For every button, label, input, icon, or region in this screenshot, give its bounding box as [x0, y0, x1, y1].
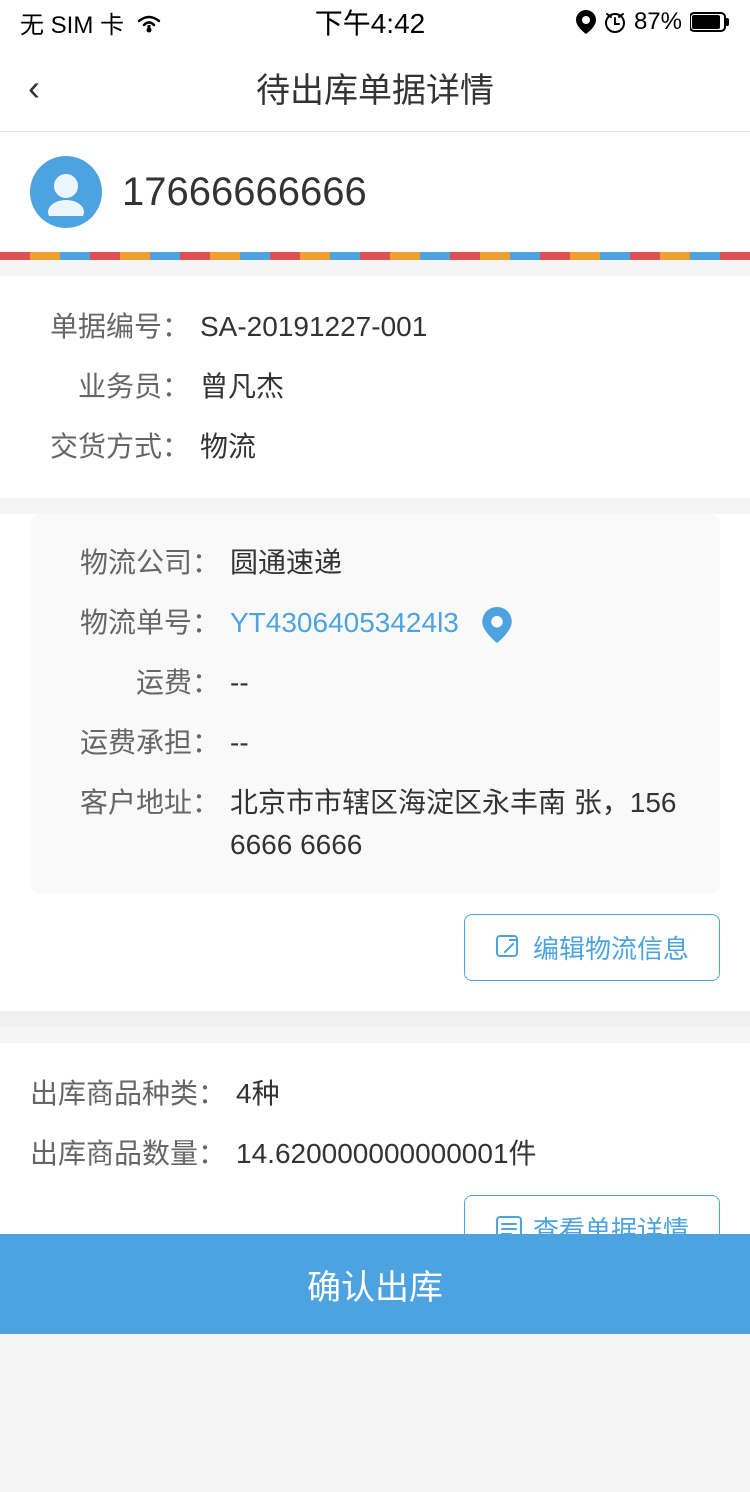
goods-quantity-value: 14.620000000000001件	[236, 1133, 720, 1175]
status-bar: 无 SIM 卡 下午4:42 87%	[0, 0, 750, 44]
status-left: 无 SIM 卡	[20, 5, 164, 40]
sim-status: 无 SIM 卡	[20, 5, 124, 40]
customer-phone: 17666666666	[122, 170, 367, 215]
dashed-divider	[0, 252, 750, 260]
status-right: 87%	[576, 8, 730, 36]
user-avatar-icon	[42, 168, 90, 216]
address-row: 客户地址： 北京市市辖区海淀区永丰南 张，156 6666 6666	[60, 782, 690, 866]
freight-bear-row: 运费承担： --	[60, 722, 690, 764]
freight-bear-label: 运费承担：	[60, 722, 220, 764]
goods-quantity-row: 出库商品数量： 14.620000000000001件	[30, 1133, 720, 1175]
tracking-value: YT43064053424l3	[230, 602, 690, 644]
goods-types-row: 出库商品种类： 4种	[30, 1073, 720, 1115]
back-button[interactable]: ‹	[28, 67, 40, 109]
edit-logistics-area: 编辑物流信息	[30, 914, 720, 981]
freight-row: 运费： --	[60, 662, 690, 704]
logistics-section: 物流公司： 圆通速递 物流单号： YT43064053424l3 运费： -- …	[0, 514, 750, 1011]
edit-logistics-label: 编辑物流信息	[533, 929, 689, 966]
edit-logistics-button[interactable]: 编辑物流信息	[464, 914, 720, 981]
goods-types-label: 出库商品种类：	[30, 1073, 226, 1115]
order-no-label: 单据编号：	[30, 306, 190, 348]
company-row: 物流公司： 圆通速递	[60, 542, 690, 584]
order-info-section: 单据编号： SA-20191227-001 业务员： 曾凡杰 交货方式： 物流	[0, 276, 750, 498]
company-label: 物流公司：	[60, 542, 220, 584]
tracking-row: 物流单号： YT43064053424l3	[60, 602, 690, 644]
delivery-row: 交货方式： 物流	[30, 426, 720, 468]
freight-value: --	[230, 662, 690, 704]
gray-divider-1	[0, 1011, 750, 1027]
delivery-label: 交货方式：	[30, 426, 190, 468]
salesman-label: 业务员：	[30, 366, 190, 408]
salesman-value: 曾凡杰	[200, 366, 720, 408]
address-value: 北京市市辖区海淀区永丰南 张，156 6666 6666	[230, 782, 690, 866]
logistics-card: 物流公司： 圆通速递 物流单号： YT43064053424l3 运费： -- …	[30, 514, 720, 894]
address-label: 客户地址：	[60, 782, 220, 824]
location-active-icon	[576, 10, 596, 34]
freight-bear-value: --	[230, 722, 690, 764]
nav-bar: ‹ 待出库单据详情	[0, 44, 750, 132]
confirm-button-label: 确认出库	[307, 1260, 443, 1309]
company-value: 圆通速递	[230, 542, 690, 584]
order-no-row: 单据编号： SA-20191227-001	[30, 306, 720, 348]
customer-header: 17666666666	[0, 132, 750, 252]
salesman-row: 业务员： 曾凡杰	[30, 366, 720, 408]
location-pin-icon[interactable]	[479, 607, 515, 643]
avatar	[30, 156, 102, 228]
tracking-label: 物流单号：	[60, 602, 220, 644]
edit-icon	[495, 934, 523, 962]
order-no-value: SA-20191227-001	[200, 306, 720, 348]
confirm-bar[interactable]: 确认出库	[0, 1234, 750, 1334]
goods-quantity-label: 出库商品数量：	[30, 1133, 226, 1175]
status-time: 下午4:42	[315, 2, 426, 42]
battery-percent: 87%	[634, 8, 682, 36]
battery-icon	[690, 11, 730, 33]
alarm-icon	[604, 10, 626, 34]
freight-label: 运费：	[60, 662, 220, 704]
page-title: 待出库单据详情	[256, 63, 494, 112]
wifi-icon	[134, 11, 164, 33]
delivery-value: 物流	[200, 426, 720, 468]
goods-types-value: 4种	[236, 1073, 720, 1115]
